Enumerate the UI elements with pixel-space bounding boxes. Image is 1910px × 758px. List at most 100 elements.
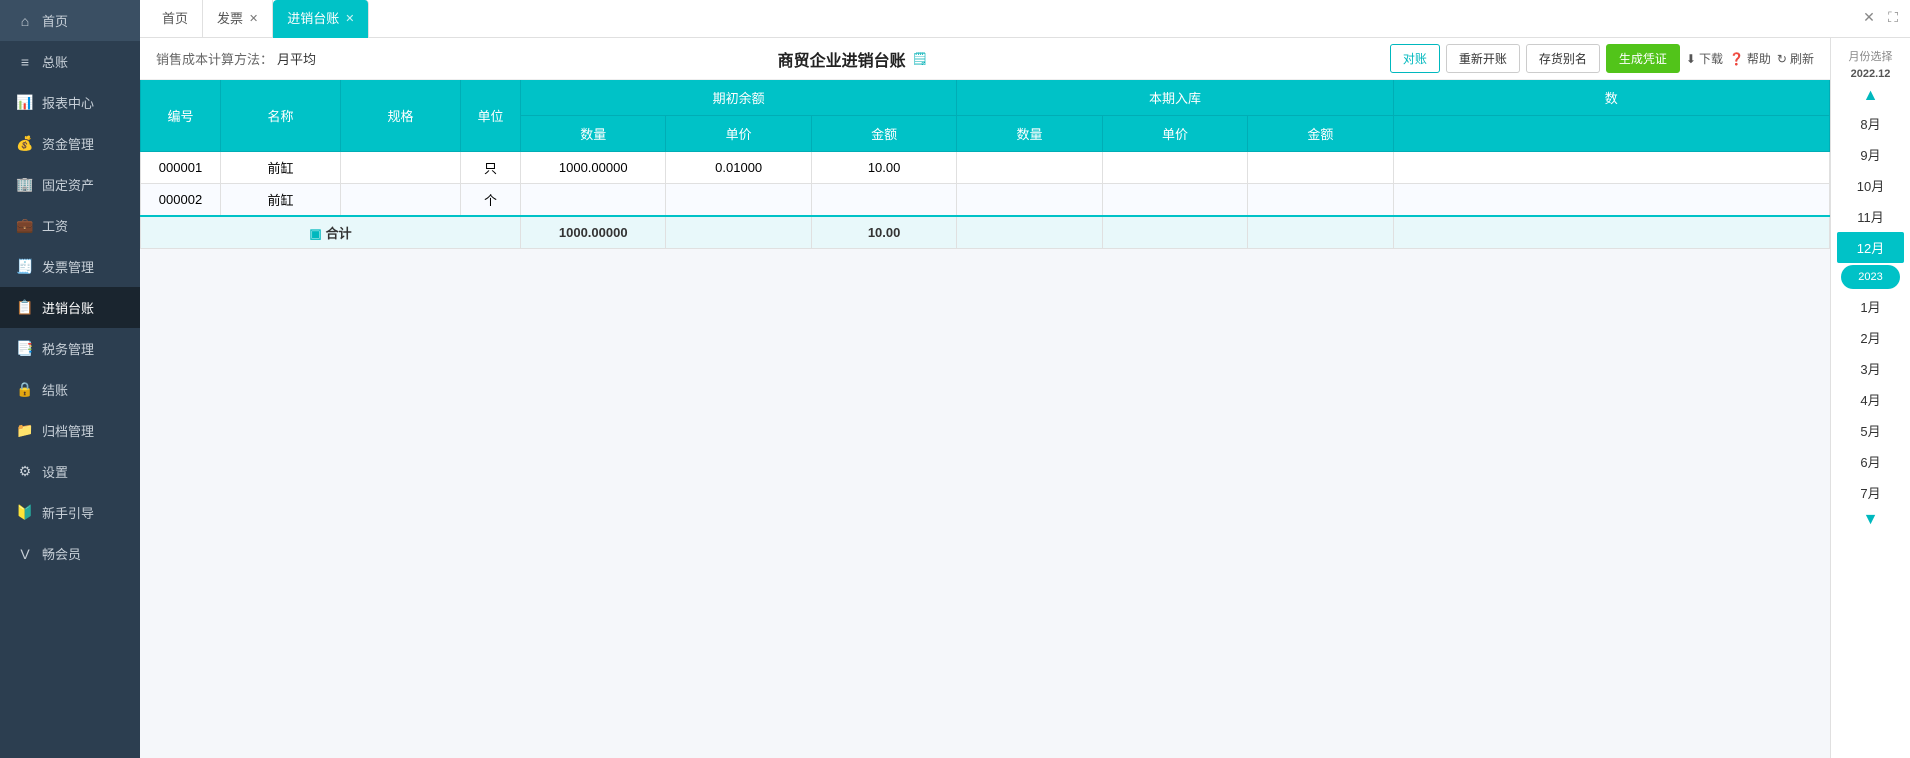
window-controls: ✕ ⛶ bbox=[1860, 8, 1902, 26]
cell-extra-1 bbox=[1393, 152, 1829, 184]
invoice-mgmt-icon: 🧾 bbox=[16, 258, 34, 275]
col-spec: 规格 bbox=[341, 80, 461, 152]
cell-spec-1 bbox=[341, 152, 461, 184]
page-body: 销售成本计算方法： 月平均 商贸企业进销台账 🗒 对账 重新开账 存货别名 生成… bbox=[140, 38, 1830, 758]
cell-open-amount-2 bbox=[811, 184, 956, 217]
year-2022-label: 2022.12 bbox=[1831, 66, 1910, 84]
cost-method-label: 销售成本计算方法： bbox=[156, 49, 273, 68]
reopen-button[interactable]: 重新开账 bbox=[1446, 44, 1520, 73]
month-item-2023-7[interactable]: 7月 bbox=[1831, 477, 1910, 508]
reports-icon: 📊 bbox=[16, 94, 34, 111]
tab-purchase-sales-close[interactable]: ✕ bbox=[345, 0, 354, 38]
sidebar-item-settings[interactable]: ⚙ 设置 bbox=[0, 451, 140, 492]
tab-invoice-close[interactable]: ✕ bbox=[249, 0, 258, 38]
col-in-price: 单价 bbox=[1102, 116, 1247, 152]
total-extra bbox=[1393, 216, 1829, 249]
main-table: 编号 名称 规格 单位 期初余额 本期入库 数 数量 单价 金额 数 bbox=[140, 80, 1830, 249]
month-item-2023-5[interactable]: 5月 bbox=[1831, 415, 1910, 446]
guide-icon: 🔰 bbox=[16, 504, 34, 521]
tax-icon: 📑 bbox=[16, 340, 34, 357]
content-area: 销售成本计算方法： 月平均 商贸企业进销台账 🗒 对账 重新开账 存货别名 生成… bbox=[140, 38, 1910, 758]
col-extra bbox=[1393, 116, 1829, 152]
cell-in-qty-2 bbox=[957, 184, 1102, 217]
cell-id-1: 000001 bbox=[141, 152, 221, 184]
download-button[interactable]: ⬇ 下载 bbox=[1686, 50, 1723, 67]
page-title: 商贸企业进销台账 bbox=[778, 47, 906, 71]
sidebar-item-ledger[interactable]: ≡ 总账 bbox=[0, 41, 140, 82]
cell-open-price-1: 0.01000 bbox=[666, 152, 811, 184]
total-open-qty: 1000.00000 bbox=[521, 216, 666, 249]
month-item-9[interactable]: 9月 bbox=[1831, 139, 1910, 170]
cell-open-qty-2 bbox=[521, 184, 666, 217]
purchase-sales-icon: 📋 bbox=[16, 299, 34, 316]
reconcile-button[interactable]: 对账 bbox=[1390, 44, 1440, 73]
sidebar: ⌂ 首页 ≡ 总账 📊 报表中心 💰 资金管理 🏢 固定资产 💼 工资 🧾 发票… bbox=[0, 0, 140, 758]
window-close-button[interactable]: ✕ bbox=[1860, 8, 1878, 26]
total-in-qty bbox=[957, 216, 1102, 249]
col-id: 编号 bbox=[141, 80, 221, 152]
archive-icon: 📁 bbox=[16, 422, 34, 439]
sidebar-item-invoice-mgmt[interactable]: 🧾 发票管理 bbox=[0, 246, 140, 287]
cell-open-qty-1: 1000.00000 bbox=[521, 152, 666, 184]
help-button[interactable]: ❓ 帮助 bbox=[1729, 50, 1771, 67]
cell-in-price-1 bbox=[1102, 152, 1247, 184]
scroll-up-button[interactable]: ▲ bbox=[1831, 84, 1910, 108]
tab-home[interactable]: 首页 bbox=[148, 0, 203, 38]
month-item-2023-4[interactable]: 4月 bbox=[1831, 384, 1910, 415]
total-label: ▣合计 bbox=[141, 216, 521, 249]
refresh-button[interactable]: ↻ 刷新 bbox=[1777, 50, 1814, 67]
col-group-opening: 期初余额 bbox=[521, 80, 957, 116]
sidebar-item-guide[interactable]: 🔰 新手引导 bbox=[0, 492, 140, 533]
month-item-12[interactable]: 12月 bbox=[1837, 232, 1904, 263]
cell-in-price-2 bbox=[1102, 184, 1247, 217]
page-title-icon[interactable]: 🗒 bbox=[912, 51, 929, 67]
cell-name-2: 前缸 bbox=[221, 184, 341, 217]
month-item-2023-3[interactable]: 3月 bbox=[1831, 353, 1910, 384]
sidebar-item-reports[interactable]: 📊 报表中心 bbox=[0, 82, 140, 123]
year-2023-marker: 2023 bbox=[1841, 265, 1900, 289]
col-open-price: 单价 bbox=[666, 116, 811, 152]
table-row: 000001 前缸 只 1000.00000 0.01000 10.00 bbox=[141, 152, 1830, 184]
cost-method-value: 月平均 bbox=[277, 49, 316, 68]
total-open-price bbox=[666, 216, 811, 249]
window-maximize-button[interactable]: ⛶ bbox=[1884, 8, 1902, 26]
month-panel: 月份选择 2022.12 ▲ 8月 9月 10月 11月 12月 2023 1月… bbox=[1830, 38, 1910, 758]
table-row: 000002 前缸 个 bbox=[141, 184, 1830, 217]
col-unit: 单位 bbox=[461, 80, 521, 152]
sidebar-item-closing[interactable]: 🔒 结账 bbox=[0, 369, 140, 410]
month-item-8[interactable]: 8月 bbox=[1831, 108, 1910, 139]
payroll-icon: 💼 bbox=[16, 217, 34, 234]
tab-invoice[interactable]: 发票 ✕ bbox=[203, 0, 273, 38]
month-item-10[interactable]: 10月 bbox=[1831, 170, 1910, 201]
closing-icon: 🔒 bbox=[16, 381, 34, 398]
sidebar-item-payroll[interactable]: 💼 工资 bbox=[0, 205, 140, 246]
total-icon: ▣ bbox=[309, 226, 321, 241]
scroll-down-button[interactable]: ▼ bbox=[1831, 508, 1910, 532]
sidebar-item-vip[interactable]: V 畅会员 bbox=[0, 533, 140, 574]
col-in-qty: 数量 bbox=[957, 116, 1102, 152]
month-panel-title: 月份选择 bbox=[1831, 42, 1910, 66]
sidebar-item-purchase-sales[interactable]: 📋 进销台账 bbox=[0, 287, 140, 328]
month-item-2023-6[interactable]: 6月 bbox=[1831, 446, 1910, 477]
month-item-2023-2[interactable]: 2月 bbox=[1831, 322, 1910, 353]
sidebar-item-funds[interactable]: 💰 资金管理 bbox=[0, 123, 140, 164]
total-in-price bbox=[1102, 216, 1247, 249]
generate-voucher-button[interactable]: 生成凭证 bbox=[1606, 44, 1680, 73]
sidebar-item-assets[interactable]: 🏢 固定资产 bbox=[0, 164, 140, 205]
save-alias-button[interactable]: 存货别名 bbox=[1526, 44, 1600, 73]
cell-name-1: 前缸 bbox=[221, 152, 341, 184]
funds-icon: 💰 bbox=[16, 135, 34, 152]
col-in-amount: 金额 bbox=[1248, 116, 1393, 152]
col-open-amount: 金额 bbox=[811, 116, 956, 152]
sidebar-item-home[interactable]: ⌂ 首页 bbox=[0, 0, 140, 41]
tab-purchase-sales[interactable]: 进销台账 ✕ bbox=[273, 0, 369, 38]
cell-in-amount-1 bbox=[1248, 152, 1393, 184]
month-item-11[interactable]: 11月 bbox=[1831, 201, 1910, 232]
cell-open-price-2 bbox=[666, 184, 811, 217]
sidebar-item-archive[interactable]: 📁 归档管理 bbox=[0, 410, 140, 451]
info-bar: 销售成本计算方法： 月平均 商贸企业进销台账 🗒 对账 重新开账 存货别名 生成… bbox=[140, 38, 1830, 80]
home-icon: ⌂ bbox=[16, 13, 34, 29]
col-group-outbound: 数 bbox=[1393, 80, 1829, 116]
month-item-2023-1[interactable]: 1月 bbox=[1831, 291, 1910, 322]
sidebar-item-tax[interactable]: 📑 税务管理 bbox=[0, 328, 140, 369]
